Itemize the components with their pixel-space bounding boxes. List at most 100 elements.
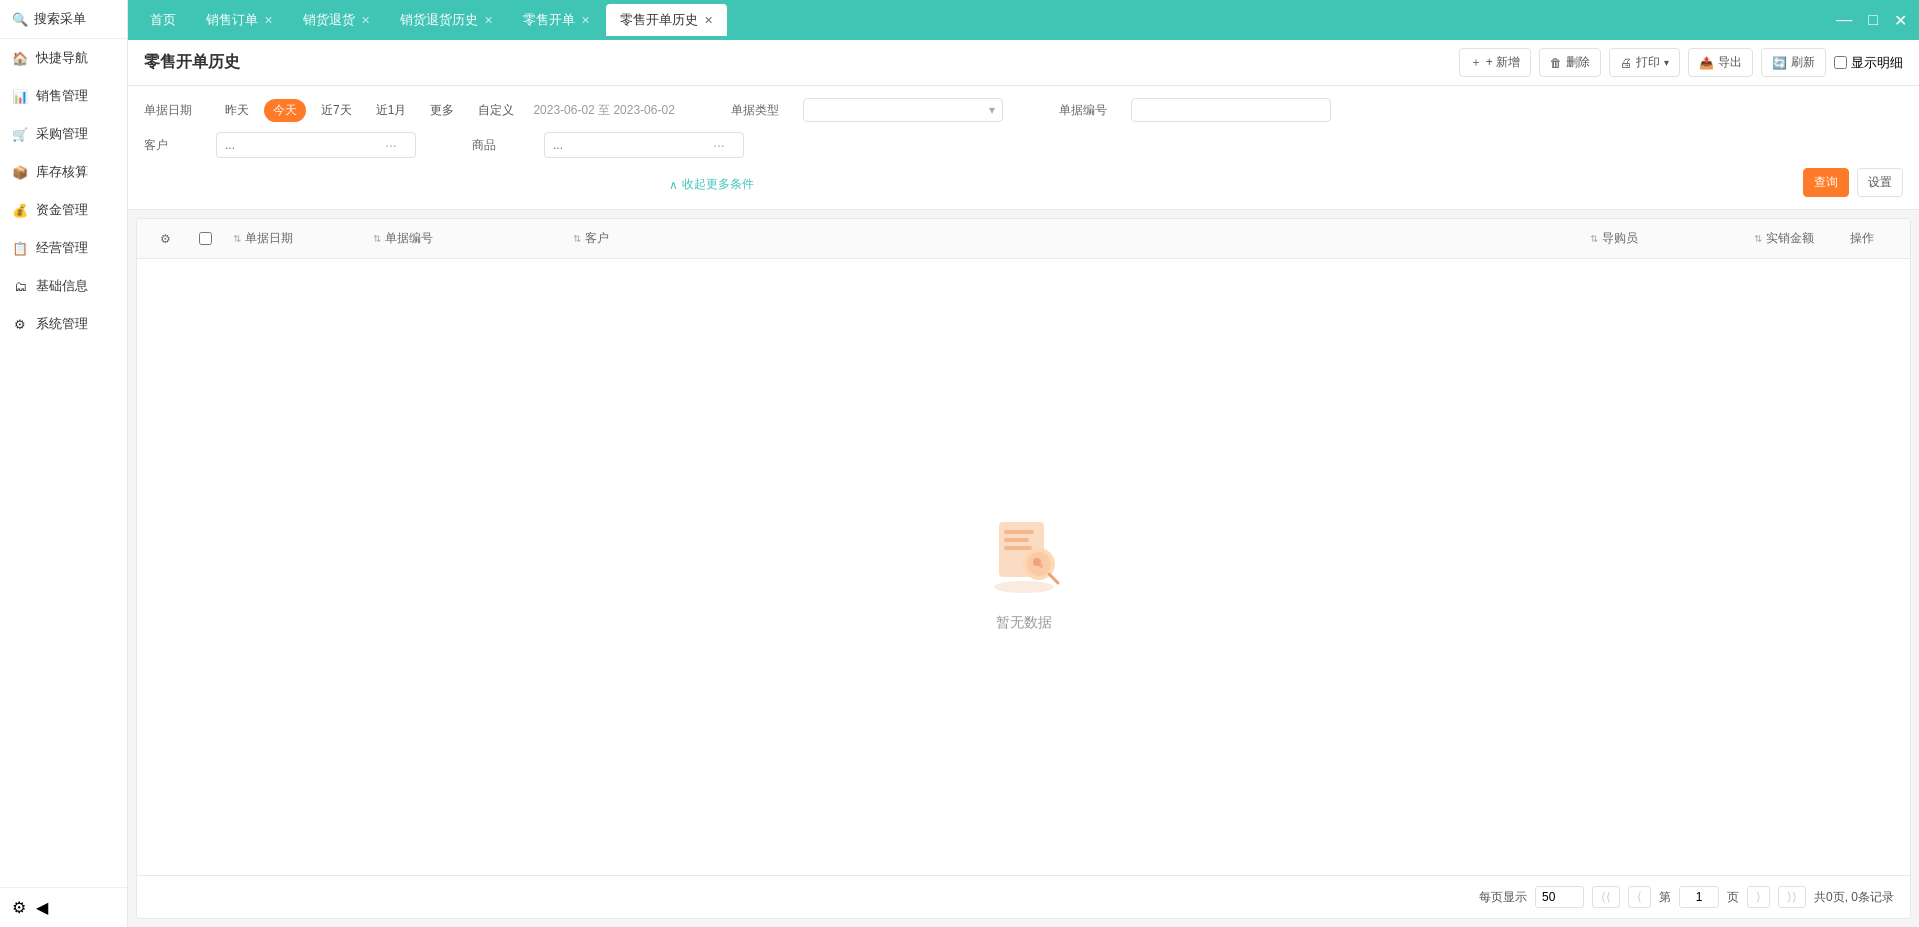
sidebar-item-basic-info[interactable]: 🗂 基础信息 (0, 267, 127, 305)
select-all-checkbox[interactable] (199, 232, 212, 245)
collapse-sidebar-icon[interactable]: ◀ (36, 898, 48, 917)
table-col-amount[interactable]: ⇅ 实销金额 (1702, 230, 1822, 247)
tab-retail-open[interactable]: 零售开单 ✕ (509, 4, 604, 36)
refresh-button[interactable]: 🔄 刷新 (1761, 48, 1826, 77)
total-info: 共0页, 0条记录 (1814, 889, 1894, 906)
tab-sales-order[interactable]: 销售订单 ✕ (192, 4, 287, 36)
tab-sales-return-history-close[interactable]: ✕ (484, 14, 493, 27)
delete-button[interactable]: 🗑 删除 (1539, 48, 1601, 77)
table-settings-col[interactable]: ⚙ (145, 232, 185, 246)
col-billno-label: 单据编号 (385, 230, 433, 247)
date-btn-today[interactable]: 今天 (264, 99, 306, 122)
date-filter-buttons: 昨天 今天 近7天 近1月 更多 自定义 2023-06-02 至 2023-0… (216, 99, 675, 122)
display-detail-toggle[interactable]: 显示明细 (1834, 54, 1903, 72)
window-close-icon[interactable]: ✕ (1890, 11, 1911, 30)
window-minimize-icon[interactable]: — (1832, 11, 1856, 29)
delete-icon: 🗑 (1550, 56, 1562, 70)
page-next-button[interactable]: ⟩ (1747, 886, 1770, 908)
col-date-label: 单据日期 (245, 230, 293, 247)
goods-filter-input[interactable] (553, 138, 713, 152)
type-filter-select[interactable] (803, 98, 1003, 122)
table-col-customer[interactable]: ⇅ 客户 (565, 230, 1582, 247)
sidebar-item-operations[interactable]: 📋 经营管理 (0, 229, 127, 267)
svg-point-9 (1039, 564, 1043, 568)
tab-bar: 首页 销售订单 ✕ 销货退货 ✕ 销货退货历史 ✕ 零售开单 ✕ 零售开单历史 … (128, 0, 1919, 40)
table-container: ⚙ ⇅ 单据日期 ⇅ 单据编号 ⇅ 客户 ⇅ 导购员 ⇅ (136, 218, 1911, 919)
filter-area: 单据日期 昨天 今天 近7天 近1月 更多 自定义 2023-06-02 至 2… (128, 86, 1919, 210)
sidebar-item-label: 基础信息 (36, 277, 88, 295)
query-label: 查询 (1814, 174, 1838, 191)
goods-filter-wrapper: ··· (544, 132, 744, 158)
settings-filter-button[interactable]: 设置 (1857, 168, 1903, 197)
per-page-select[interactable]: 20 50 100 (1535, 886, 1584, 908)
window-maximize-icon[interactable]: □ (1864, 11, 1882, 29)
toolbar: 零售开单历史 ＋ + 新增 🗑 删除 🖨 打印 ▾ 📤 导出 🔄 刷新 显示明细 (128, 40, 1919, 86)
print-button[interactable]: 🖨 打印 ▾ (1609, 48, 1680, 77)
sidebar-item-label: 系统管理 (36, 315, 88, 333)
export-button[interactable]: 📤 导出 (1688, 48, 1753, 77)
filter-row-customer: 客户 ··· 商品 ··· (144, 132, 1903, 158)
sidebar-item-purchase-mgmt[interactable]: 🛒 采购管理 (0, 115, 127, 153)
purchase-icon: 🛒 (12, 126, 28, 142)
col-billno-sort-icon: ⇅ (373, 233, 381, 244)
tab-sales-return[interactable]: 销货退货 ✕ (289, 4, 384, 36)
date-btn-yesterday[interactable]: 昨天 (216, 99, 258, 122)
customer-filter-wrapper: ··· (216, 132, 416, 158)
sidebar-item-label: 库存核算 (36, 163, 88, 181)
sidebar-item-inventory[interactable]: 📦 库存核算 (0, 153, 127, 191)
sidebar-item-quick-nav[interactable]: 🏠 快捷导航 (0, 39, 127, 77)
collapse-filter-button[interactable]: ∧ 收起更多条件 (669, 176, 754, 193)
add-button[interactable]: ＋ + 新增 (1459, 48, 1531, 77)
tab-retail-open-history[interactable]: 零售开单历史 ✕ (606, 4, 727, 36)
sales-icon: 📊 (12, 88, 28, 104)
settings-icon[interactable]: ⚙ (12, 898, 26, 917)
page-first-button[interactable]: ⟨⟨ (1592, 886, 1620, 908)
print-label: 打印 (1636, 54, 1660, 71)
page-suffix: 页 (1727, 889, 1739, 906)
sidebar-item-sales-mgmt[interactable]: 📊 销售管理 (0, 77, 127, 115)
sidebar-item-sys-mgmt[interactable]: ⚙ 系统管理 (0, 305, 127, 343)
tab-sales-order-close[interactable]: ✕ (264, 14, 273, 27)
per-page-label: 每页显示 (1479, 889, 1527, 906)
table-col-date[interactable]: ⇅ 单据日期 (225, 230, 365, 247)
date-btn-1month[interactable]: 近1月 (367, 99, 416, 122)
sidebar-item-label: 快捷导航 (36, 49, 88, 67)
date-btn-7days[interactable]: 近7天 (312, 99, 361, 122)
tab-bar-right: — □ ✕ (1832, 11, 1911, 30)
type-filter-wrapper (803, 98, 1003, 122)
table-checkbox-col[interactable] (185, 232, 225, 245)
tab-sales-return-history[interactable]: 销货退货历史 ✕ (386, 4, 507, 36)
customer-filter-input[interactable] (225, 138, 385, 152)
tab-retail-open-close[interactable]: ✕ (581, 14, 590, 27)
query-button[interactable]: 查询 (1803, 168, 1849, 197)
page-number-input[interactable] (1679, 886, 1719, 908)
refresh-icon: 🔄 (1772, 56, 1787, 70)
goods-filter-dots-icon: ··· (713, 137, 725, 153)
display-detail-label: 显示明细 (1851, 54, 1903, 72)
tab-sales-return-close[interactable]: ✕ (361, 14, 370, 27)
page-last-button[interactable]: ⟩⟩ (1778, 886, 1806, 908)
sidebar-item-label: 经营管理 (36, 239, 88, 257)
date-btn-more[interactable]: 更多 (421, 99, 463, 122)
export-icon: 📤 (1699, 56, 1714, 70)
page-prev-button[interactable]: ⟨ (1628, 886, 1651, 908)
sidebar-search[interactable]: 🔍 搜索采单 (0, 0, 127, 39)
settings-filter-label: 设置 (1868, 174, 1892, 191)
tab-sales-return-history-label: 销货退货历史 (400, 11, 478, 29)
tab-retail-open-history-close[interactable]: ✕ (704, 14, 713, 27)
main-content: 首页 销售订单 ✕ 销货退货 ✕ 销货退货历史 ✕ 零售开单 ✕ 零售开单历史 … (128, 0, 1919, 927)
collapse-icon: ∧ (669, 178, 678, 192)
goods-filter-label: 商品 (472, 137, 528, 154)
date-btn-custom[interactable]: 自定义 (469, 99, 523, 122)
table-col-billno[interactable]: ⇅ 单据编号 (365, 230, 565, 247)
table-header: ⚙ ⇅ 单据日期 ⇅ 单据编号 ⇅ 客户 ⇅ 导购员 ⇅ (137, 219, 1910, 259)
billno-filter-input[interactable] (1131, 98, 1331, 122)
table-col-salesperson[interactable]: ⇅ 导购员 (1582, 230, 1702, 247)
search-icon: 🔍 (12, 12, 28, 27)
display-detail-checkbox[interactable] (1834, 56, 1847, 69)
sidebar-item-finance[interactable]: 💰 资金管理 (0, 191, 127, 229)
col-amount-label: 实销金额 (1766, 230, 1814, 247)
col-amount-sort-icon: ⇅ (1754, 233, 1762, 244)
tab-home[interactable]: 首页 (136, 4, 190, 36)
operations-icon: 📋 (12, 240, 28, 256)
